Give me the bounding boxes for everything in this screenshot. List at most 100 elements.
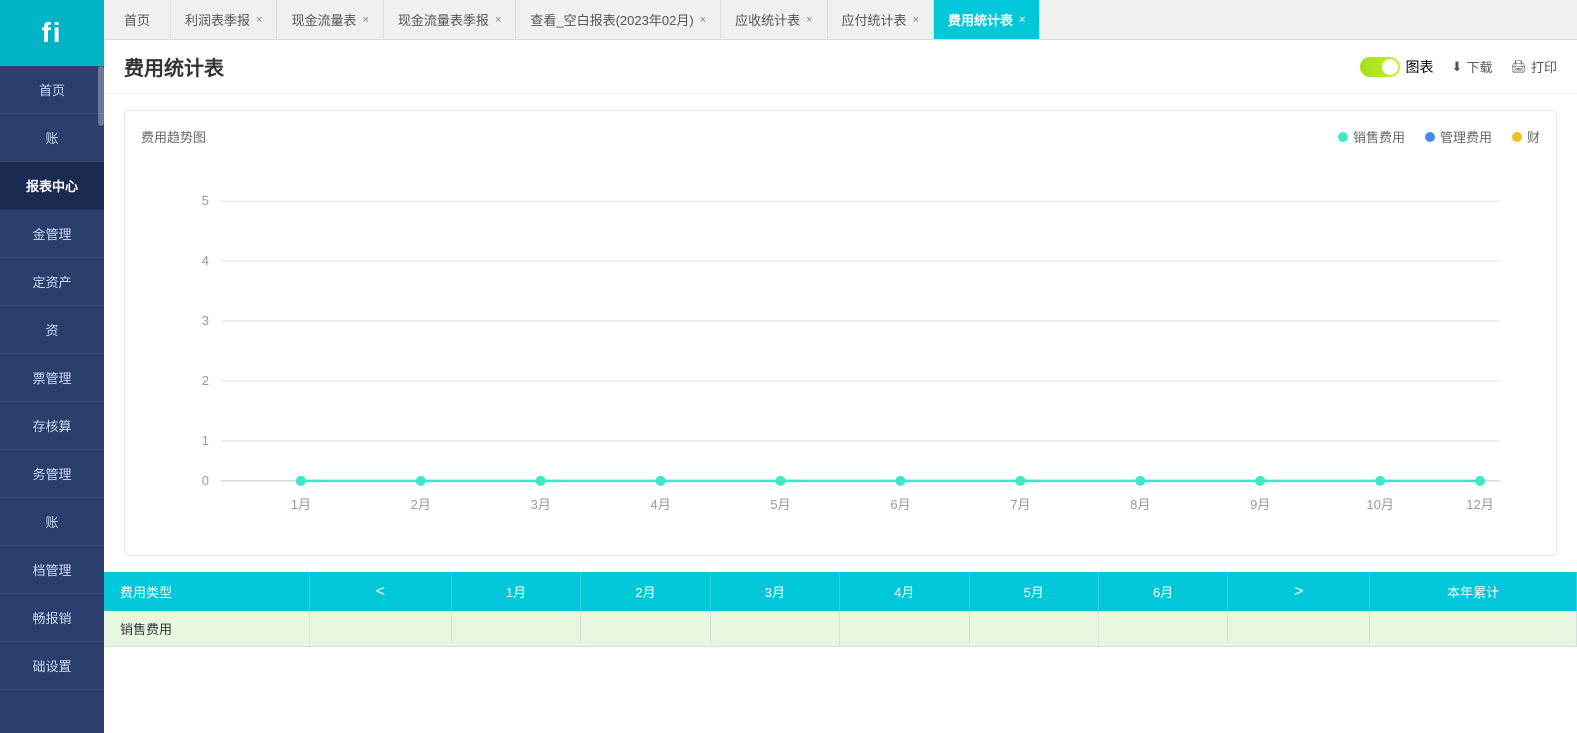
col-month3: 3月 bbox=[710, 572, 839, 611]
legend-item-admin: 管理费用 bbox=[1425, 127, 1492, 146]
svg-text:3: 3 bbox=[202, 313, 209, 328]
svg-text:2月: 2月 bbox=[411, 497, 431, 512]
sidebar-logo: fi bbox=[0, 0, 104, 66]
print-label: 打印 bbox=[1531, 57, 1557, 76]
row-val-2 bbox=[581, 611, 710, 647]
legend-dot-sales bbox=[1338, 132, 1348, 142]
download-label: 下载 bbox=[1466, 57, 1492, 76]
close-icon[interactable]: × bbox=[495, 14, 501, 26]
sidebar-item-inventory[interactable]: 存核算 bbox=[0, 402, 104, 450]
legend-dot-admin bbox=[1425, 132, 1435, 142]
sidebar-item-fund[interactable]: 金管理 bbox=[0, 210, 104, 258]
svg-text:0: 0 bbox=[202, 473, 209, 488]
tab-label: 查看_空白报表(2023年02月) bbox=[530, 10, 693, 29]
row-type-label: 销售费用 bbox=[104, 611, 309, 647]
sidebar-item-account[interactable]: 账 bbox=[0, 114, 104, 162]
tab-bar: 首页 利润表季报 × 现金流量表 × 现金流量表季报 × 查看_空白报表(202… bbox=[104, 0, 1577, 40]
expense-table: 费用类型 < 1月 2月 3月 4月 5月 6月 > 本年累计 bbox=[104, 572, 1577, 647]
row-spacer2 bbox=[1228, 611, 1370, 647]
sidebar-item-archive[interactable]: 档管理 bbox=[0, 546, 104, 594]
svg-text:6月: 6月 bbox=[890, 497, 910, 512]
print-icon: 🖨 bbox=[1510, 59, 1527, 75]
svg-text:9月: 9月 bbox=[1250, 497, 1270, 512]
tab-home[interactable]: 首页 bbox=[104, 0, 171, 39]
close-icon[interactable]: × bbox=[1019, 14, 1025, 26]
sidebar-item-ledger[interactable]: 账 bbox=[0, 498, 104, 546]
sidebar: fi 首页 账 报表中心 金管理 定资产 资 票管理 存核算 务管理 账 档管理… bbox=[0, 0, 104, 733]
svg-text:1: 1 bbox=[202, 433, 209, 448]
col-type: 费用类型 bbox=[104, 572, 309, 611]
legend-label-finance: 财 bbox=[1527, 127, 1540, 146]
sidebar-item-reports[interactable]: 报表中心 bbox=[0, 162, 104, 210]
sidebar-item-assets[interactable]: 定资产 bbox=[0, 258, 104, 306]
close-icon[interactable]: × bbox=[256, 14, 262, 26]
col-nav-next[interactable]: > bbox=[1228, 572, 1370, 611]
sidebar-item-capital[interactable]: 资 bbox=[0, 306, 104, 354]
tab-label: 现金流量表 bbox=[291, 10, 356, 29]
download-icon: ⬇ bbox=[1452, 59, 1463, 75]
sidebar-item-settings[interactable]: 础设置 bbox=[0, 642, 104, 690]
sidebar-item-home[interactable]: 首页 bbox=[0, 66, 104, 114]
svg-text:1月: 1月 bbox=[291, 497, 311, 512]
col-month4: 4月 bbox=[840, 572, 969, 611]
col-month5: 5月 bbox=[969, 572, 1098, 611]
close-icon[interactable]: × bbox=[362, 14, 368, 26]
legend-dot-finance bbox=[1512, 132, 1522, 142]
sidebar-item-expense[interactable]: 畅报销 bbox=[0, 594, 104, 642]
svg-text:5: 5 bbox=[202, 193, 209, 208]
print-button[interactable]: 🖨 打印 bbox=[1510, 57, 1557, 76]
main-area: 首页 利润表季报 × 现金流量表 × 现金流量表季报 × 查看_空白报表(202… bbox=[104, 0, 1577, 733]
toggle-label: 图表 bbox=[1406, 57, 1434, 77]
row-val-4 bbox=[840, 611, 969, 647]
svg-text:4: 4 bbox=[202, 253, 209, 268]
chart-legend: 销售费用 管理费用 财 bbox=[1338, 127, 1540, 146]
legend-label-sales: 销售费用 bbox=[1353, 127, 1405, 146]
tab-label: 应付统计表 bbox=[842, 10, 907, 29]
next-arrow-icon[interactable]: > bbox=[1286, 583, 1311, 600]
table-section: 费用类型 < 1月 2月 3月 4月 5月 6月 > 本年累计 bbox=[104, 572, 1577, 733]
header-actions: 图表 ⬇ 下载 🖨 打印 bbox=[1360, 57, 1557, 77]
table-header-row: 费用类型 < 1月 2月 3月 4月 5月 6月 > 本年累计 bbox=[104, 572, 1577, 611]
chart-toggle-wrapper: 图表 bbox=[1360, 57, 1434, 77]
svg-text:7月: 7月 bbox=[1010, 497, 1030, 512]
page-header: 费用统计表 图表 ⬇ 下载 🖨 打印 bbox=[104, 40, 1577, 94]
close-icon[interactable]: × bbox=[913, 14, 919, 26]
close-icon[interactable]: × bbox=[700, 14, 706, 26]
chart-header: 费用趋势图 销售费用 管理费用 财 bbox=[141, 127, 1540, 146]
legend-item-finance: 财 bbox=[1512, 127, 1540, 146]
col-month6: 6月 bbox=[1098, 572, 1227, 611]
tab-profit-quarterly[interactable]: 利润表季报 × bbox=[171, 0, 277, 39]
tab-expense-stats[interactable]: 费用统计表 × bbox=[934, 0, 1040, 39]
col-month1: 1月 bbox=[451, 572, 580, 611]
line-chart: 5 4 3 2 1 0 bbox=[141, 156, 1540, 536]
tab-payable[interactable]: 应付统计表 × bbox=[828, 0, 934, 39]
download-button[interactable]: ⬇ 下载 bbox=[1452, 57, 1493, 76]
row-val-1 bbox=[451, 611, 580, 647]
page-title: 费用统计表 bbox=[124, 52, 224, 81]
tab-blank-report[interactable]: 查看_空白报表(2023年02月) × bbox=[516, 0, 721, 39]
legend-item-sales: 销售费用 bbox=[1338, 127, 1405, 146]
sidebar-item-service[interactable]: 务管理 bbox=[0, 450, 104, 498]
tab-label: 应收统计表 bbox=[735, 10, 800, 29]
tab-cashflow[interactable]: 现金流量表 × bbox=[277, 0, 383, 39]
tab-cashflow-quarterly[interactable]: 现金流量表季报 × bbox=[384, 0, 516, 39]
svg-text:4月: 4月 bbox=[651, 497, 671, 512]
col-month2: 2月 bbox=[581, 572, 710, 611]
tab-label: 利润表季报 bbox=[185, 10, 250, 29]
sidebar-item-tickets[interactable]: 票管理 bbox=[0, 354, 104, 402]
row-ytd bbox=[1370, 611, 1577, 647]
row-spacer bbox=[309, 611, 451, 647]
col-nav-prev[interactable]: < bbox=[309, 572, 451, 611]
sidebar-scrollbar[interactable] bbox=[98, 66, 104, 126]
legend-label-admin: 管理费用 bbox=[1440, 127, 1492, 146]
svg-text:10月: 10月 bbox=[1366, 497, 1393, 512]
prev-arrow-icon[interactable]: < bbox=[368, 583, 393, 600]
svg-text:8月: 8月 bbox=[1130, 497, 1150, 512]
close-icon[interactable]: × bbox=[806, 14, 812, 26]
col-ytd: 本年累计 bbox=[1370, 572, 1577, 611]
chart-toggle[interactable] bbox=[1360, 57, 1400, 77]
tab-receivable[interactable]: 应收统计表 × bbox=[721, 0, 827, 39]
chart-section: 费用趋势图 销售费用 管理费用 财 bbox=[124, 110, 1557, 556]
chart-title: 费用趋势图 bbox=[141, 127, 206, 146]
tab-label: 费用统计表 bbox=[948, 10, 1013, 29]
